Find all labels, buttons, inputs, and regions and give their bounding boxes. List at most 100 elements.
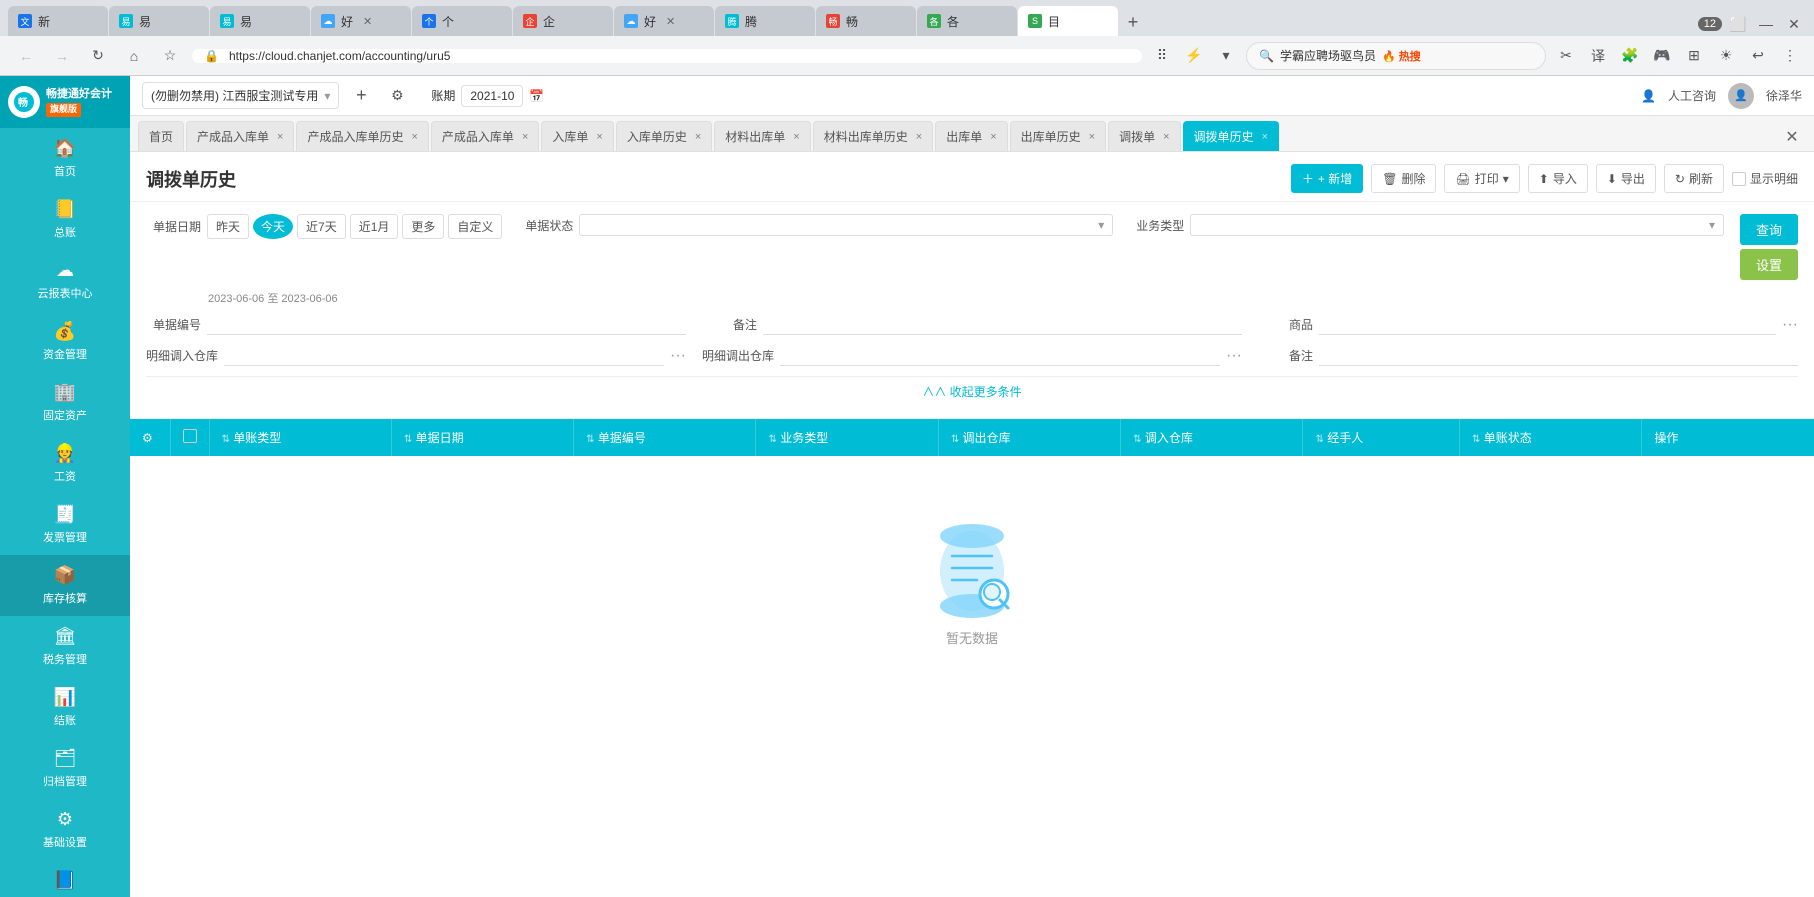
query-button[interactable]: 查询 — [1740, 214, 1798, 245]
col-doc-date[interactable]: ⇅ 单据日期 — [391, 419, 573, 456]
sidebar-item-tax[interactable]: 🏛 税务管理 — [0, 616, 130, 677]
page-tab-close-7[interactable]: × — [916, 131, 922, 143]
browser-tab-5[interactable]: 个 个 — [412, 6, 512, 36]
page-tab-close-6[interactable]: × — [793, 131, 799, 143]
consult-label[interactable]: 人工咨询 — [1668, 87, 1716, 104]
date-btn-7days[interactable]: 近7天 — [297, 214, 346, 239]
sidebar-item-finance[interactable]: 💰 资金管理 — [0, 311, 130, 372]
grid-icon[interactable]: ⊞ — [1682, 44, 1706, 68]
page-tab-close-8[interactable]: × — [990, 131, 996, 143]
page-tab-close-3[interactable]: × — [522, 131, 528, 143]
browser-tab-8[interactable]: 腾 腾 — [715, 6, 815, 36]
page-tab-matout-hist[interactable]: 材料出库单历史 × — [813, 121, 933, 151]
page-tab-matout[interactable]: 材料出库单 × — [714, 121, 810, 151]
col-handler[interactable]: ⇅ 经手人 — [1303, 419, 1460, 456]
sidebar-item-invoice[interactable]: 🧾 发票管理 — [0, 494, 130, 555]
sidebar-item-home[interactable]: 🏠 首页 — [0, 128, 130, 189]
sidebar-item-ledger[interactable]: 📒 总账 — [0, 189, 130, 250]
detail-in-input[interactable] — [224, 345, 664, 366]
scissors-icon[interactable]: ✂ — [1554, 44, 1578, 68]
page-tab-transfer[interactable]: 调拨单 × — [1108, 121, 1180, 151]
tab-close-7[interactable]: ✕ — [666, 15, 675, 28]
add-company-btn[interactable]: + — [347, 82, 375, 110]
col-out-warehouse[interactable]: ⇅ 调出仓库 — [938, 419, 1120, 456]
refresh-button[interactable]: ↻ 刷新 — [1664, 164, 1724, 193]
lightning-icon[interactable]: ⚡ — [1182, 44, 1206, 68]
page-tab-close-2[interactable]: × — [411, 131, 417, 143]
extension2-icon[interactable]: 🎮 — [1650, 44, 1674, 68]
page-tab-outstock-hist[interactable]: 出库单历史 × — [1010, 121, 1106, 151]
browser-search[interactable]: 🔍 学霸应聘场驱鸟员 🔥 热搜 — [1246, 42, 1546, 70]
delete-button[interactable]: 🗑 删除 — [1371, 164, 1436, 193]
browser-tab-1[interactable]: 文 新 — [8, 6, 108, 36]
date-btn-more[interactable]: 更多 — [402, 214, 444, 239]
page-tab-transfer-hist[interactable]: 调拨单历史 × — [1183, 121, 1279, 151]
date-btn-custom[interactable]: 自定义 — [448, 214, 502, 239]
new-tab-button[interactable]: + — [1119, 8, 1147, 36]
date-btn-yesterday[interactable]: 昨天 — [207, 214, 249, 239]
page-tab-outstock[interactable]: 出库单 × — [935, 121, 1007, 151]
close-browser-icon[interactable]: ✕ — [1782, 12, 1806, 36]
home-browser-button[interactable]: ⌂ — [120, 42, 148, 70]
page-tab-instock-hist[interactable]: 入库单历史 × — [616, 121, 712, 151]
dropdown-icon[interactable]: ▾ — [1214, 44, 1238, 68]
biz-type-select[interactable]: ▾ — [1190, 214, 1724, 236]
detail-out-more[interactable]: ··· — [1226, 347, 1242, 365]
goods-more-icon[interactable]: ··· — [1782, 316, 1798, 334]
col-doc-type[interactable]: ⇅ 单账类型 — [209, 419, 391, 456]
more-browser-icon[interactable]: ⋮ — [1778, 44, 1802, 68]
col-biz-type[interactable]: ⇅ 业务类型 — [756, 419, 938, 456]
header-checkbox[interactable] — [183, 429, 197, 443]
brightness-icon[interactable]: ☀ — [1714, 44, 1738, 68]
note-input[interactable] — [1319, 345, 1798, 366]
detail-out-input[interactable] — [780, 345, 1220, 366]
collapse-bar[interactable]: ∧∧ 收起更多条件 — [146, 376, 1798, 406]
forward-button[interactable]: → — [48, 42, 76, 70]
export-button[interactable]: ⬇ 导出 — [1596, 164, 1656, 193]
minimize-icon[interactable]: — — [1754, 12, 1778, 36]
col-doc-status[interactable]: ⇅ 单账状态 — [1459, 419, 1641, 456]
goods-input[interactable] — [1319, 314, 1776, 335]
browser-tab-7[interactable]: ☁ 好 ✕ — [614, 6, 714, 36]
page-tab-finished-in-close[interactable]: × — [277, 131, 283, 143]
page-tab-home[interactable]: 首页 — [138, 121, 184, 151]
sidebar-item-settings[interactable]: ⚙ 基础设置 — [0, 799, 130, 860]
new-button[interactable]: ＋ + 新增 — [1291, 164, 1363, 193]
company-settings-icon[interactable]: ⚙ — [383, 82, 411, 110]
browser-tab-2[interactable]: 易 易 — [109, 6, 209, 36]
date-btn-1month[interactable]: 近1月 — [350, 214, 399, 239]
url-bar[interactable]: 🔒 https://cloud.chanjet.com/accounting/u… — [192, 49, 1142, 63]
page-tab-close-9[interactable]: × — [1089, 131, 1095, 143]
browser-tab-9[interactable]: 畅 畅 — [816, 6, 916, 36]
remark-input[interactable] — [763, 314, 1242, 335]
col-checkbox[interactable] — [170, 419, 209, 456]
sidebar-item-inventory[interactable]: 📦 库存核算 — [0, 555, 130, 616]
company-selector[interactable]: (勿删勿禁用) 江西服宝测试专用 ▾ — [142, 82, 339, 109]
close-all-tabs-btn[interactable]: ✕ — [1778, 123, 1806, 151]
sidebar-item-guide[interactable]: 📘 新手引导 — [0, 860, 130, 897]
sidebar-item-salary[interactable]: 👷 工资 — [0, 433, 130, 494]
col-in-warehouse[interactable]: ⇅ 调入仓库 — [1121, 419, 1303, 456]
set-button[interactable]: 设置 — [1740, 249, 1798, 280]
sidebar-item-asset[interactable]: 🏢 固定资产 — [0, 372, 130, 433]
browser-tab-3[interactable]: 易 易 — [210, 6, 310, 36]
display-toggle[interactable]: 显示明细 — [1732, 170, 1798, 187]
tab-close-4[interactable]: ✕ — [363, 15, 372, 28]
back-button[interactable]: ← — [12, 42, 40, 70]
docno-input[interactable] — [207, 314, 686, 335]
translate-icon[interactable]: 译 — [1586, 44, 1610, 68]
browser-tab-6[interactable]: 企 企 — [513, 6, 613, 36]
browser-tab-10[interactable]: 各 各 — [917, 6, 1017, 36]
sidebar-item-close[interactable]: 📊 结账 — [0, 677, 130, 738]
import-button[interactable]: ⬆ 导入 — [1528, 164, 1588, 193]
restore-icon[interactable]: ⬜ — [1726, 12, 1750, 36]
browser-tab-4[interactable]: ☁ 好 ✕ — [311, 6, 411, 36]
page-tab-finished-in[interactable]: 产成品入库单 × — [186, 121, 294, 151]
page-tab-finished-in2[interactable]: 产成品入库单 × — [431, 121, 539, 151]
user-avatar[interactable]: 👤 — [1728, 83, 1754, 109]
page-tab-close-11[interactable]: × — [1262, 131, 1268, 143]
browser-tab-11[interactable]: S 目 — [1018, 6, 1118, 36]
page-tab-instock[interactable]: 入库单 × — [541, 121, 613, 151]
calendar-icon[interactable]: 📅 — [529, 89, 544, 103]
refresh-browser-button[interactable]: ↻ — [84, 42, 112, 70]
